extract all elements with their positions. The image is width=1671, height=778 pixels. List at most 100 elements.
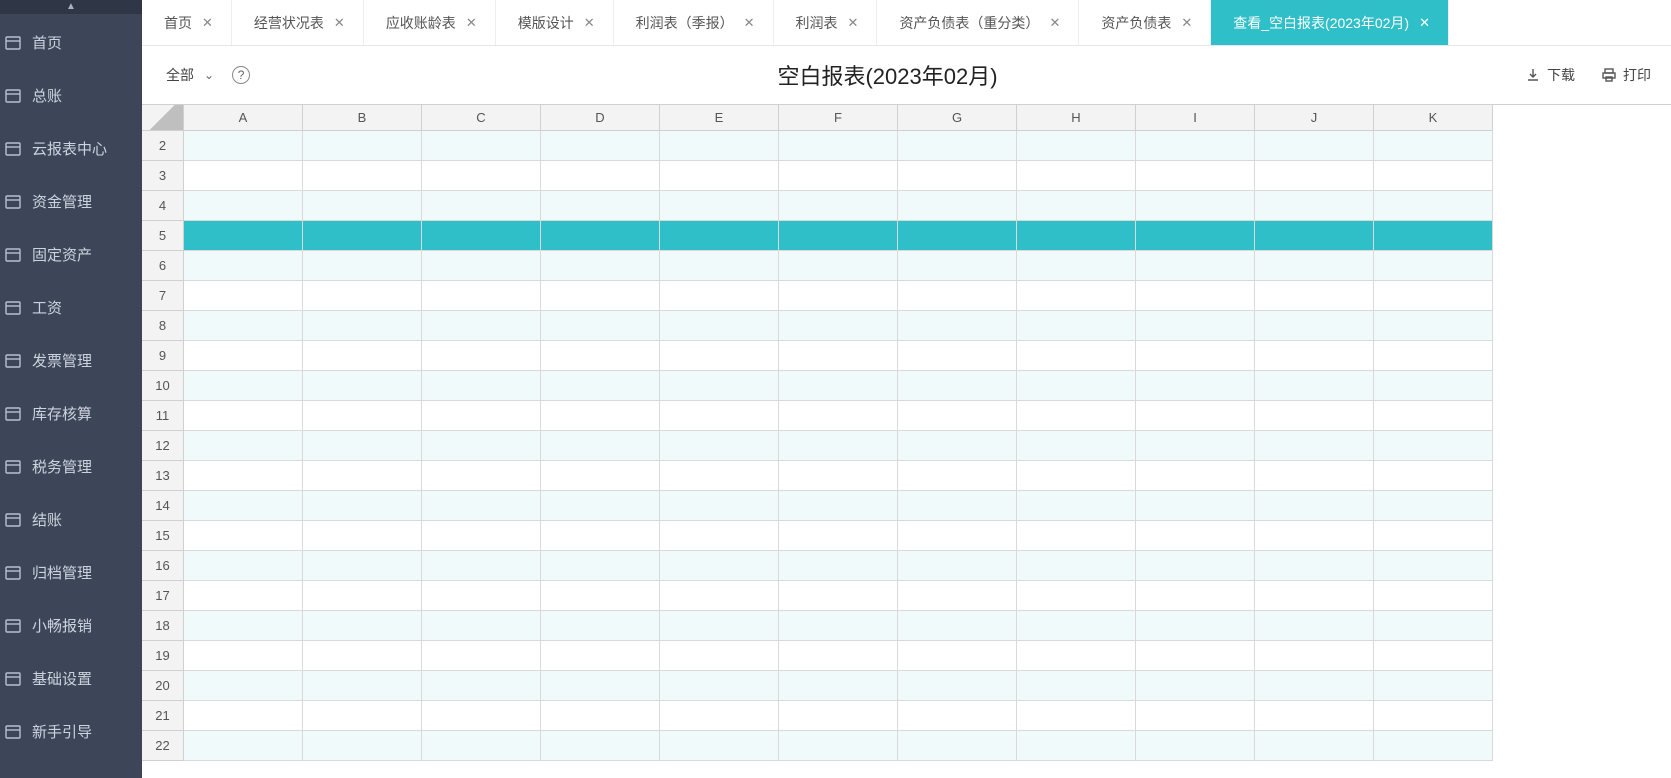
- cell[interactable]: [779, 161, 898, 191]
- row-header[interactable]: 19: [142, 641, 184, 671]
- cell[interactable]: [541, 581, 660, 611]
- cell[interactable]: [1017, 311, 1136, 341]
- cell[interactable]: [1374, 251, 1493, 281]
- sidebar-item-home[interactable]: 首页: [0, 16, 142, 69]
- cell[interactable]: [898, 281, 1017, 311]
- cell[interactable]: [303, 371, 422, 401]
- cell[interactable]: [1374, 611, 1493, 641]
- column-header[interactable]: C: [422, 105, 541, 131]
- cell[interactable]: [779, 191, 898, 221]
- cell[interactable]: [1374, 281, 1493, 311]
- cell[interactable]: [541, 611, 660, 641]
- cell[interactable]: [1136, 641, 1255, 671]
- cell[interactable]: [779, 731, 898, 761]
- cell[interactable]: [779, 581, 898, 611]
- cell[interactable]: [184, 641, 303, 671]
- cell[interactable]: [779, 491, 898, 521]
- cell[interactable]: [541, 491, 660, 521]
- sidebar-item-report[interactable]: 云报表中心: [0, 122, 142, 175]
- tab[interactable]: 利润表（季报）✕: [614, 0, 774, 45]
- cell[interactable]: [541, 641, 660, 671]
- column-header[interactable]: F: [779, 105, 898, 131]
- close-icon[interactable]: ✕: [334, 15, 345, 31]
- download-button[interactable]: 下载: [1525, 65, 1575, 85]
- cell[interactable]: [1136, 671, 1255, 701]
- cell[interactable]: [1136, 281, 1255, 311]
- column-header[interactable]: E: [660, 105, 779, 131]
- cell[interactable]: [1374, 731, 1493, 761]
- cell[interactable]: [422, 281, 541, 311]
- cell[interactable]: [541, 701, 660, 731]
- cell[interactable]: [184, 731, 303, 761]
- close-icon[interactable]: ✕: [848, 15, 859, 31]
- cell[interactable]: [779, 371, 898, 401]
- cell[interactable]: [660, 281, 779, 311]
- cell[interactable]: [541, 221, 660, 251]
- cell[interactable]: [660, 581, 779, 611]
- cell[interactable]: [779, 521, 898, 551]
- cell[interactable]: [184, 701, 303, 731]
- cell[interactable]: [184, 311, 303, 341]
- cell[interactable]: [1255, 161, 1374, 191]
- cell[interactable]: [898, 341, 1017, 371]
- column-header[interactable]: B: [303, 105, 422, 131]
- cell[interactable]: [422, 491, 541, 521]
- cell[interactable]: [184, 191, 303, 221]
- cell[interactable]: [303, 281, 422, 311]
- cell[interactable]: [1136, 581, 1255, 611]
- cell[interactable]: [1374, 671, 1493, 701]
- cell[interactable]: [898, 551, 1017, 581]
- row-header[interactable]: 8: [142, 311, 184, 341]
- cell[interactable]: [660, 341, 779, 371]
- cell[interactable]: [779, 341, 898, 371]
- close-icon[interactable]: ✕: [584, 15, 595, 31]
- print-button[interactable]: 打印: [1601, 65, 1651, 85]
- cell[interactable]: [1136, 731, 1255, 761]
- cell[interactable]: [779, 431, 898, 461]
- cell[interactable]: [1374, 491, 1493, 521]
- row-header[interactable]: 21: [142, 701, 184, 731]
- cell[interactable]: [184, 521, 303, 551]
- tab[interactable]: 模版设计✕: [496, 0, 614, 45]
- cell[interactable]: [898, 521, 1017, 551]
- cell[interactable]: [422, 521, 541, 551]
- cell[interactable]: [779, 641, 898, 671]
- cell[interactable]: [1017, 731, 1136, 761]
- cell[interactable]: [1374, 431, 1493, 461]
- sidebar-item-close[interactable]: 结账: [0, 493, 142, 546]
- cell[interactable]: [1017, 671, 1136, 701]
- help-icon[interactable]: ?: [232, 66, 250, 84]
- cell[interactable]: [303, 491, 422, 521]
- cell[interactable]: [660, 371, 779, 401]
- cell[interactable]: [1136, 551, 1255, 581]
- cell[interactable]: [1374, 521, 1493, 551]
- tab[interactable]: 经营状况表✕: [232, 0, 364, 45]
- cell[interactable]: [422, 461, 541, 491]
- column-header[interactable]: D: [541, 105, 660, 131]
- cell[interactable]: [779, 671, 898, 701]
- row-header[interactable]: 11: [142, 401, 184, 431]
- cell[interactable]: [303, 161, 422, 191]
- cell[interactable]: [898, 431, 1017, 461]
- cell[interactable]: [303, 311, 422, 341]
- cell[interactable]: [422, 611, 541, 641]
- row-header[interactable]: 6: [142, 251, 184, 281]
- cell[interactable]: [184, 491, 303, 521]
- cell[interactable]: [422, 401, 541, 431]
- cell[interactable]: [1255, 671, 1374, 701]
- cell[interactable]: [303, 251, 422, 281]
- cell[interactable]: [1374, 371, 1493, 401]
- cell[interactable]: [1374, 401, 1493, 431]
- cell[interactable]: [303, 641, 422, 671]
- cell[interactable]: [1136, 131, 1255, 161]
- cell[interactable]: [1255, 191, 1374, 221]
- cell[interactable]: [1136, 341, 1255, 371]
- cell[interactable]: [422, 341, 541, 371]
- close-icon[interactable]: ✕: [744, 15, 755, 31]
- row-header[interactable]: 7: [142, 281, 184, 311]
- cell[interactable]: [1255, 461, 1374, 491]
- tab[interactable]: 首页✕: [142, 0, 232, 45]
- cell[interactable]: [898, 401, 1017, 431]
- cell[interactable]: [898, 311, 1017, 341]
- cell[interactable]: [1255, 311, 1374, 341]
